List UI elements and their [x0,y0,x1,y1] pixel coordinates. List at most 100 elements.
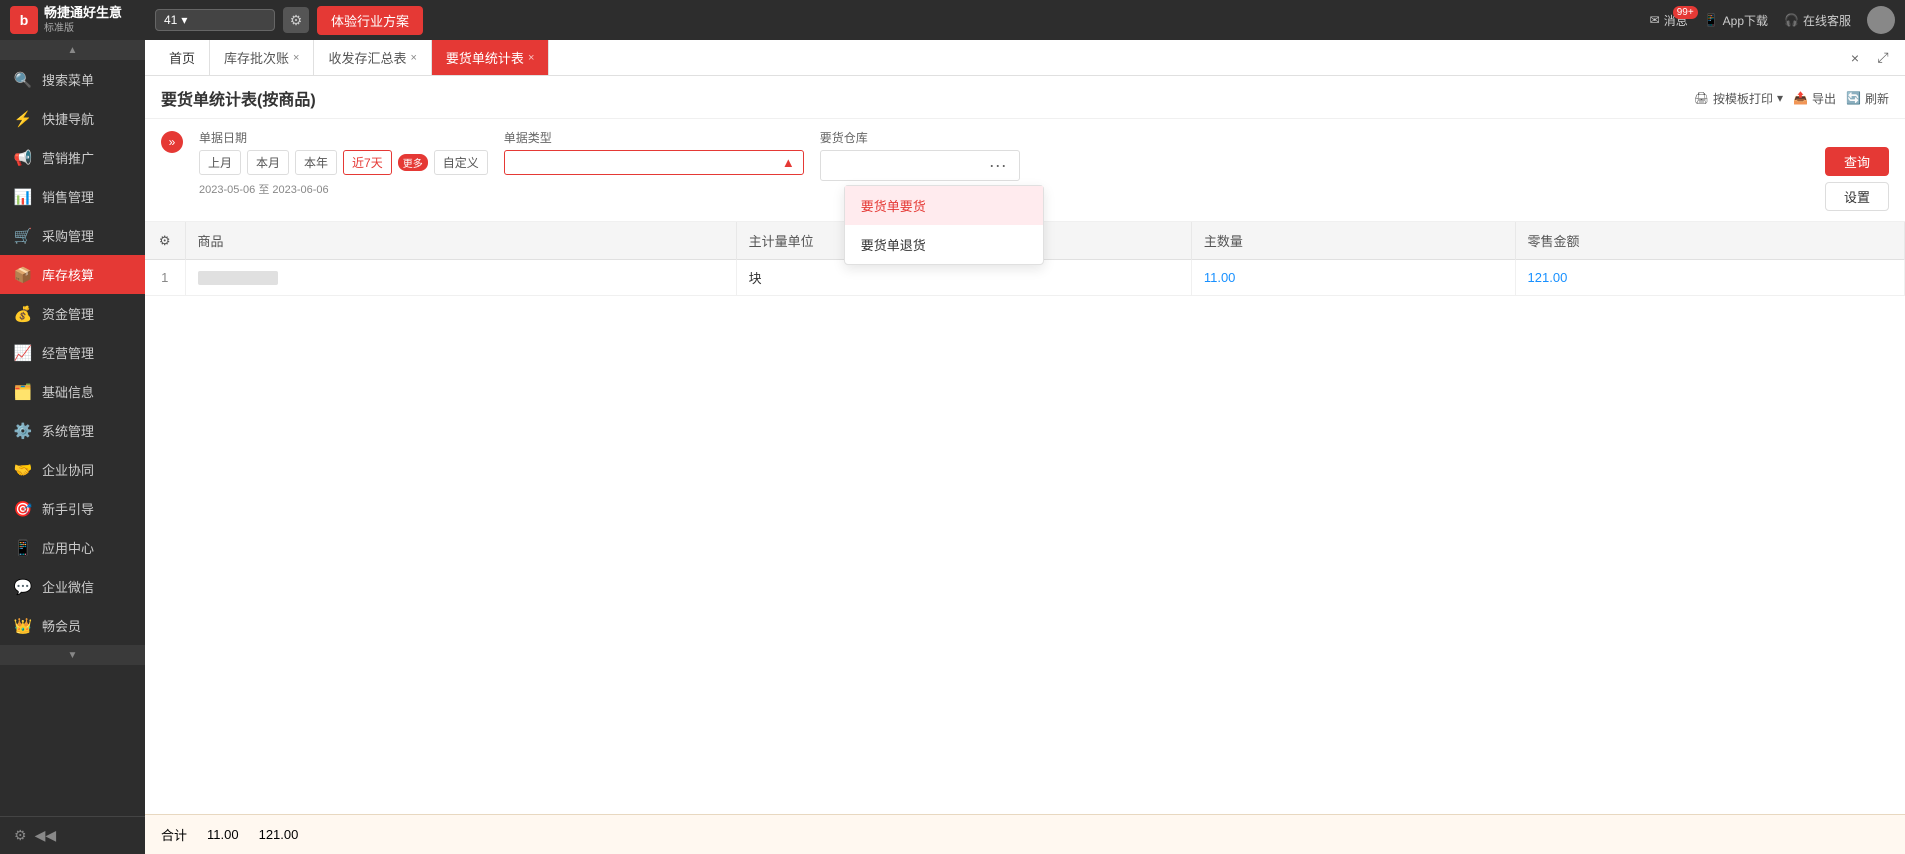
logo-area: b 畅捷通好生意 标准版 [10,5,155,35]
tab-bar: 首页 库存批次账 × 收发存汇总表 × 要货单统计表 × × ⤢ [145,40,1905,76]
sidebar-item-search[interactable]: 🔍 搜索菜单 [0,60,145,99]
table-settings-icon[interactable]: ⚙ [159,233,171,249]
sidebar-item-system[interactable]: ⚙️ 系统管理 [0,411,145,450]
sidebar-item-marketing[interactable]: 📢 营销推广 [0,138,145,177]
table-col-amount: 零售金额 [1515,222,1904,260]
warehouse-more-icon[interactable]: ··· [985,155,1011,176]
tab-collection-summary[interactable]: 收发存汇总表 × [314,40,431,75]
date-btn-this-month[interactable]: 本月 [247,150,289,175]
user-avatar[interactable] [1867,6,1895,34]
tab-order-summary-close[interactable]: × [528,52,534,64]
app-download-icon: 📱 [1704,13,1719,27]
sidebar-scroll-down[interactable]: ▼ [0,645,145,665]
store-selector[interactable]: 41 ▾ [155,9,275,31]
megaphone-icon: 📢 [14,149,32,167]
logo-text: 畅捷通好生意 标准版 [44,5,122,35]
sidebar-item-sales[interactable]: 📊 销售管理 [0,177,145,216]
query-button[interactable]: 查询 [1825,147,1889,176]
dropdown-item-order-return[interactable]: 要货单退货 [845,225,1043,264]
date-filter: 上月 本月 本年 近7天 更多 自定义 [199,150,488,175]
page-title: 要货单统计表(按商品) [161,86,316,110]
warehouse-filter-input[interactable]: ··· [820,150,1020,181]
dropdown-item-order-goods[interactable]: 要货单要货 [845,186,1043,225]
cell-quantity: 11.00 [1191,260,1515,296]
table-col-product: 商品 [185,222,736,260]
sidebar-collapse-icon[interactable]: ◀◀ [35,827,57,844]
sidebar-item-wechat[interactable]: 💬 企业微信 [0,567,145,606]
footer-amount: 121.00 [259,827,299,842]
filter-actions: 查询 设置 [1825,147,1889,211]
page-header-actions: 🖨 按模板打印 ▾ 📤 导出 🔄 刷新 [1694,90,1889,107]
type-filter-arrow: ▲ [782,155,795,170]
expand-icon: » [169,135,176,149]
crown-icon: 👑 [14,617,32,635]
export-button[interactable]: 📤 导出 [1793,90,1836,107]
trial-button[interactable]: 体验行业方案 [317,6,423,35]
tab-collection-summary-label: 收发存汇总表 [328,48,406,67]
sidebar-item-quicknav[interactable]: ⚡ 快捷导航 [0,99,145,138]
table-col-quantity: 主数量 [1191,222,1515,260]
date-btn-this-year[interactable]: 本年 [295,150,337,175]
date-btn-7days[interactable]: 近7天 [343,150,392,175]
tab-close-all-button[interactable]: × [1843,46,1867,70]
tab-order-summary[interactable]: 要货单统计表 × [432,40,549,75]
sidebar-scroll-up[interactable]: ▲ [0,40,145,60]
sidebar-settings-icon[interactable]: ⚙ [14,827,27,844]
date-btn-custom[interactable]: 自定义 [434,150,488,175]
quantity-link[interactable]: 11.00 [1204,270,1236,285]
export-label: 导出 [1812,90,1836,107]
date-btn-last-month[interactable]: 上月 [199,150,241,175]
sidebar-label-sales: 销售管理 [42,187,94,206]
table-col-settings[interactable]: ⚙ [145,222,185,260]
message-badge: 99+ [1673,6,1698,19]
online-service-button[interactable]: 🎧 在线客服 [1784,12,1851,29]
message-button[interactable]: ✉ 消息 99+ [1650,12,1688,29]
message-icon: ✉ [1650,13,1660,27]
trend-icon: 📈 [14,344,32,362]
sidebar-item-operations[interactable]: 📈 经营管理 [0,333,145,372]
sidebar-label-enterprise: 企业协同 [42,460,94,479]
app-download-button[interactable]: 📱 App下载 [1704,12,1768,29]
sidebar-item-guide[interactable]: 🎯 新手引导 [0,489,145,528]
logo-icon: b [10,6,38,34]
filter-expand-button[interactable]: » [161,131,183,153]
settings-gear-button[interactable]: ⚙ [283,7,309,33]
tab-inventory-batch-close[interactable]: × [293,52,299,64]
amount-link[interactable]: 121.00 [1528,270,1568,285]
filter-settings-button[interactable]: 设置 [1825,182,1889,211]
sidebar-item-inventory[interactable]: 📦 库存核算 [0,255,145,294]
target-icon: 🎯 [14,500,32,518]
sidebar-item-enterprise[interactable]: 🤝 企业协同 [0,450,145,489]
export-icon: 📤 [1793,91,1808,105]
sidebar-label-marketing: 营销推广 [42,148,94,167]
sidebar-item-appstore[interactable]: 📱 应用中心 [0,528,145,567]
handshake-icon: 🤝 [14,461,32,479]
refresh-button[interactable]: 🔄 刷新 [1846,90,1889,107]
footer-label: 合计 [161,825,187,844]
cart-icon: 🛒 [14,227,32,245]
refresh-label: 刷新 [1865,90,1889,107]
sidebar-item-basic[interactable]: 🗂️ 基础信息 [0,372,145,411]
tab-home[interactable]: 首页 [155,40,210,75]
type-dropdown-menu: 要货单要货 要货单退货 [844,185,1044,265]
tab-collection-summary-close[interactable]: × [410,52,416,64]
cell-index: 1 [145,260,185,296]
sidebar-item-purchase[interactable]: 🛒 采购管理 [0,216,145,255]
sidebar-label-purchase: 采购管理 [42,226,94,245]
print-label: 按模板打印 [1713,90,1773,107]
sidebar-label-member: 畅会员 [42,616,81,635]
sidebar-item-finance[interactable]: 💰 资金管理 [0,294,145,333]
refresh-icon: 🔄 [1846,91,1861,105]
print-dropdown-icon: ▾ [1777,91,1783,105]
sidebar-bottom: ⚙ ◀◀ [0,816,145,854]
print-button[interactable]: 🖨 按模板打印 ▾ [1694,90,1783,107]
type-filter-select[interactable]: ▲ [504,150,804,175]
filter-bar: » 单据日期 上月 本月 本年 近7天 更多 自定义 2023-05-06 至 … [145,119,1905,222]
date-more-badge[interactable]: 更多 [398,154,428,171]
phone-icon: 📱 [14,539,32,557]
tab-inventory-batch[interactable]: 库存批次账 × [210,40,314,75]
tab-expand-button[interactable]: ⤢ [1871,46,1895,70]
chat-icon: 💬 [14,578,32,596]
sidebar-item-member[interactable]: 👑 畅会员 [0,606,145,645]
date-range-text: 2023-05-06 至 2023-06-06 [199,181,488,197]
